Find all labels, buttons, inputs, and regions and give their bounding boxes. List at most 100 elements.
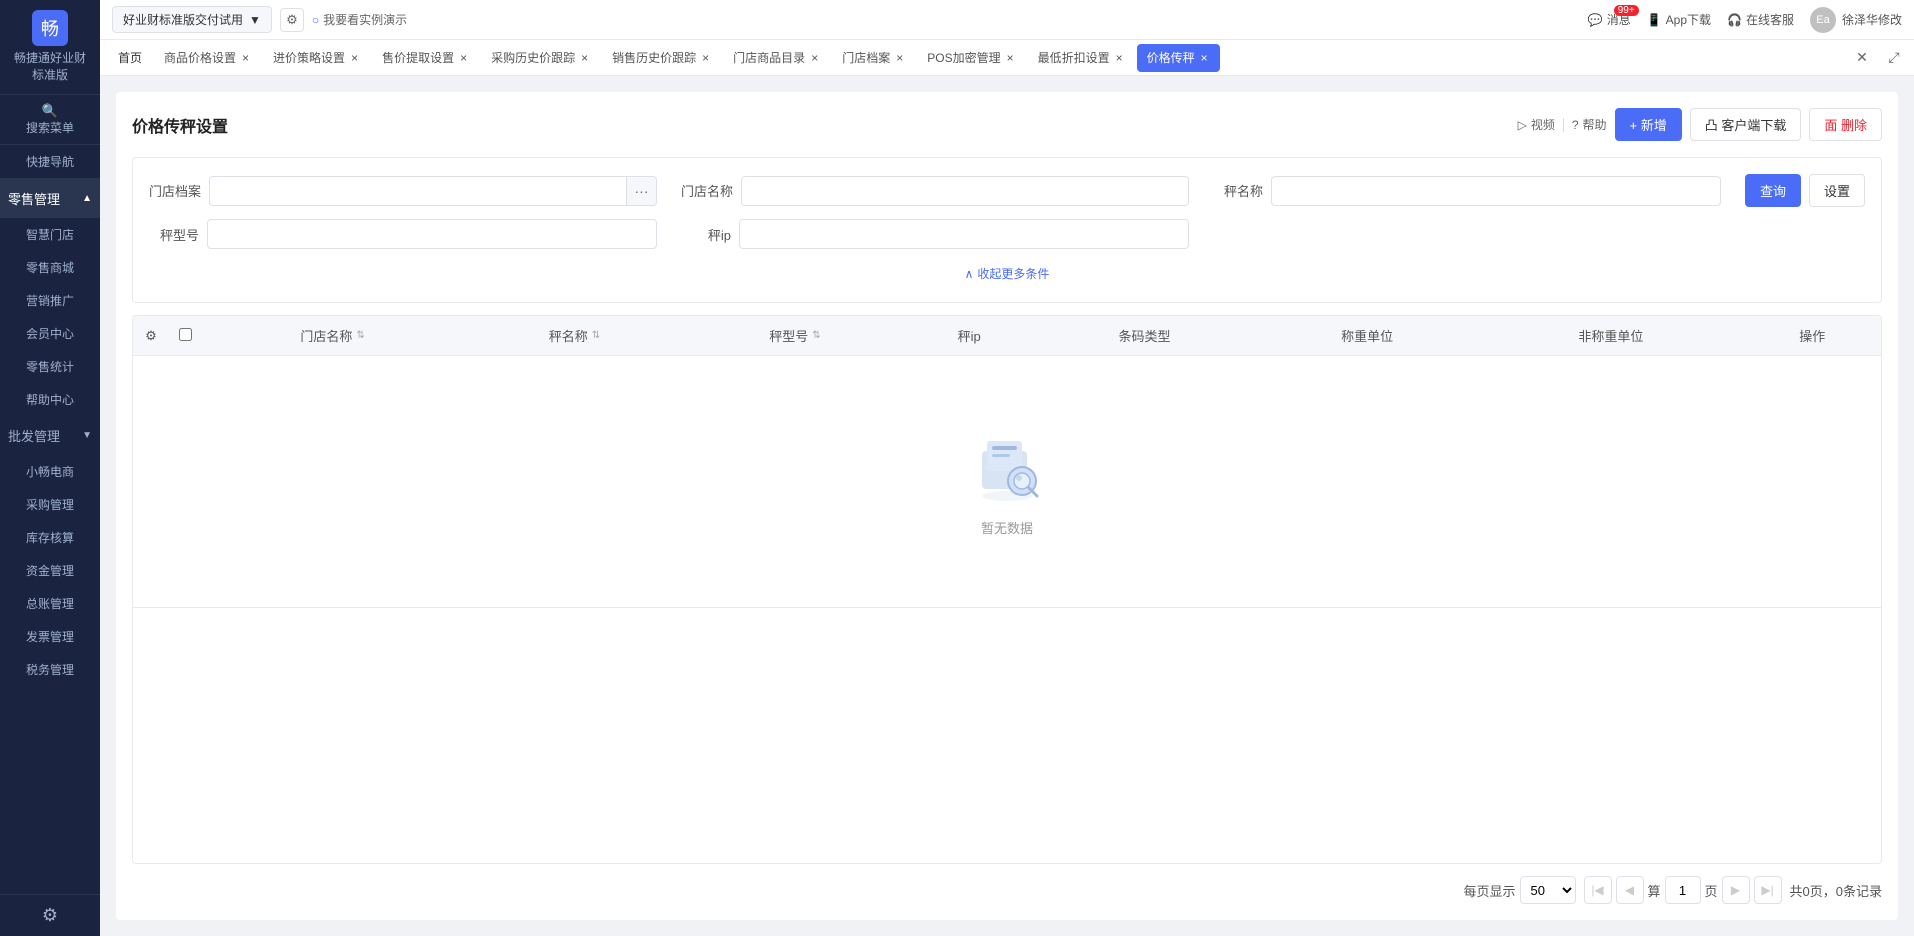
tab-close-icon[interactable]: × [579, 51, 590, 65]
tab-min-discount[interactable]: 最低折扣设置 × [1028, 44, 1135, 72]
th-settings[interactable]: ⚙ [133, 316, 169, 356]
empty-state-row: 暂无数据 [133, 356, 1881, 608]
sidebar-nav-item-smart-store[interactable]: 智慧门店 [0, 218, 100, 251]
topbar-right: 💬 消息 99+ 📱 App下载 🎧 在线客服 Ea 徐泽华修改 [1588, 7, 1902, 33]
sidebar-nav-item-member-center[interactable]: 会员中心 [0, 317, 100, 350]
scale-ip-field: 秤ip [681, 219, 1189, 249]
table-body: 暂无数据 [133, 356, 1881, 608]
scale-ip-input[interactable] [739, 219, 1189, 249]
gear-icon: ⚙ [286, 12, 298, 28]
table: ⚙ 门店名称 ⇅ [133, 316, 1881, 608]
sidebar-nav-item-finance[interactable]: 资金管理 [0, 554, 100, 587]
sort-icon[interactable]: ⇅ [592, 332, 600, 339]
prev-page-btn[interactable]: ◀ [1616, 876, 1644, 904]
tab-sale-history[interactable]: 销售历史价跟踪 × [602, 44, 721, 72]
sidebar-nav-item-ledger[interactable]: 总账管理 [0, 587, 100, 620]
sidebar-nav-item-invoice[interactable]: 发票管理 [0, 620, 100, 653]
tab-label: 售价提取设置 [382, 49, 454, 66]
user-profile-btn[interactable]: Ea 徐泽华修改 [1810, 7, 1902, 33]
version-select[interactable]: 好业财标准版交付试用 ▼ [112, 6, 272, 33]
scale-model-input[interactable] [207, 219, 657, 249]
query-button[interactable]: 查询 [1745, 174, 1801, 207]
tab-purchase-history[interactable]: 采购历史价跟踪 × [481, 44, 600, 72]
tab-close-icon[interactable]: × [809, 51, 820, 65]
close-icon: ✕ [1856, 49, 1868, 66]
export-label: 凸 客户端下载 [1705, 115, 1787, 134]
tab-close-icon[interactable]: × [1005, 51, 1016, 65]
app-download-btn[interactable]: 📱 App下载 [1647, 11, 1711, 28]
store-name-input[interactable] [741, 176, 1189, 206]
tab-home[interactable]: 首页 [108, 44, 152, 72]
help-label: 帮助 [1583, 116, 1607, 133]
settings-button[interactable]: 设置 [1809, 174, 1865, 207]
column-settings-icon[interactable]: ⚙ [145, 328, 157, 343]
message-btn[interactable]: 💬 消息 99+ [1588, 11, 1631, 28]
main-area: 好业财标准版交付试用 ▼ ⚙ ○ 我要看实例演示 💬 消息 99+ 📱 App下… [100, 0, 1914, 936]
add-button[interactable]: + 新增 [1615, 108, 1682, 141]
tab-close-icon[interactable]: × [894, 51, 905, 65]
sidebar-nav-item-xiaochang-ec[interactable]: 小畅电商 [0, 455, 100, 488]
sidebar-search[interactable]: 🔍 搜索菜单 [0, 95, 100, 145]
sort-icon[interactable]: ⇅ [356, 332, 364, 339]
page-input[interactable] [1665, 876, 1701, 904]
sidebar-quick-nav[interactable]: 快捷导航 [0, 145, 100, 179]
select-all-checkbox[interactable] [179, 328, 192, 341]
demo-link[interactable]: ○ 我要看实例演示 [312, 11, 407, 28]
collapse-bar[interactable]: ∧ 收起更多条件 [149, 261, 1865, 286]
store-file-ellipsis-btn[interactable]: ··· [627, 176, 657, 206]
tab-purchase-strategy[interactable]: 进价策略设置 × [263, 44, 370, 72]
th-store-name: 门店名称 ⇅ [201, 316, 464, 356]
tab-price-scale[interactable]: 价格传秤 × [1137, 44, 1220, 72]
tab-close-icon[interactable]: × [1199, 51, 1210, 65]
tab-expand-btn[interactable]: ⤢ [1882, 46, 1906, 70]
sidebar-nav-item-retail-stats[interactable]: 零售统计 [0, 350, 100, 383]
tab-close-icon[interactable]: × [458, 51, 469, 65]
th-scale-name: 秤名称 ⇅ [464, 316, 685, 356]
empty-icon [967, 426, 1047, 506]
scale-name-input[interactable] [1271, 176, 1721, 206]
sidebar-nav-item-marketing[interactable]: 营销推广 [0, 284, 100, 317]
chevron-down-icon: ▼ [249, 13, 261, 27]
tab-close-icon[interactable]: × [700, 51, 711, 65]
tab-pos-encryption[interactable]: POS加密管理 × [917, 44, 1025, 72]
sidebar-item-label: 零售管理 [8, 189, 60, 208]
sidebar-settings-btn[interactable]: ⚙ [0, 894, 100, 936]
sidebar-nav-item-help-center[interactable]: 帮助中心 [0, 383, 100, 416]
version-settings-btn[interactable]: ⚙ [280, 8, 304, 32]
next-page-btn[interactable]: ▶ [1722, 876, 1750, 904]
demo-icon: ○ [312, 13, 319, 27]
divider [1563, 118, 1564, 132]
tab-close-icon[interactable]: × [1114, 51, 1125, 65]
delete-button[interactable]: 面 删除 [1809, 108, 1882, 141]
data-table: ⚙ 门店名称 ⇅ [132, 315, 1882, 864]
video-link[interactable]: ▷ 视频 [1518, 116, 1555, 133]
help-link[interactable]: ? 帮助 [1572, 116, 1607, 133]
tab-store-file[interactable]: 门店档案 × [832, 44, 915, 72]
tab-close-icon[interactable]: × [349, 51, 360, 65]
expand-icon: ⤢ [1888, 49, 1899, 66]
message-icon: 💬 [1588, 13, 1603, 27]
sidebar-nav-item-purchase-mgmt[interactable]: 采购管理 [0, 488, 100, 521]
logo-text: 畅捷通好业财标准版 [14, 50, 86, 84]
tab-store-product-catalog[interactable]: 门店商品目录 × [723, 44, 830, 72]
sidebar-nav-item-tax[interactable]: 税务管理 [0, 653, 100, 686]
sidebar-nav-item-wholesale-mgmt[interactable]: 批发管理 ▼ [0, 416, 100, 455]
online-service-btn[interactable]: 🎧 在线客服 [1727, 11, 1794, 28]
last-page-btn[interactable]: ▶| [1754, 876, 1782, 904]
tab-close-icon[interactable]: × [240, 51, 251, 65]
tab-sale-pickup[interactable]: 售价提取设置 × [372, 44, 479, 72]
sidebar-nav-item-retail-mgmt[interactable]: 零售管理 ▲ [0, 179, 100, 218]
per-page-select[interactable]: 10 20 50 100 [1520, 876, 1576, 904]
sort-icon[interactable]: ⇅ [812, 332, 820, 339]
tab-product-pricing[interactable]: 商品价格设置 × [154, 44, 261, 72]
th-barcode-type-label: 条码类型 [1119, 326, 1171, 345]
sidebar-item-label: 总账管理 [26, 595, 74, 612]
first-page-btn[interactable]: |◀ [1584, 876, 1612, 904]
tab-close-all-btn[interactable]: ✕ [1850, 46, 1874, 70]
search-form: 门店档案 ··· 门店名称 秤名称 [132, 157, 1882, 303]
sidebar-nav-item-retail-mall[interactable]: 零售商城 [0, 251, 100, 284]
store-file-input[interactable] [209, 176, 627, 206]
export-button[interactable]: 凸 客户端下载 [1690, 108, 1802, 141]
th-scale-name-label: 秤名称 [549, 326, 588, 345]
sidebar-nav-item-inventory[interactable]: 库存核算 [0, 521, 100, 554]
